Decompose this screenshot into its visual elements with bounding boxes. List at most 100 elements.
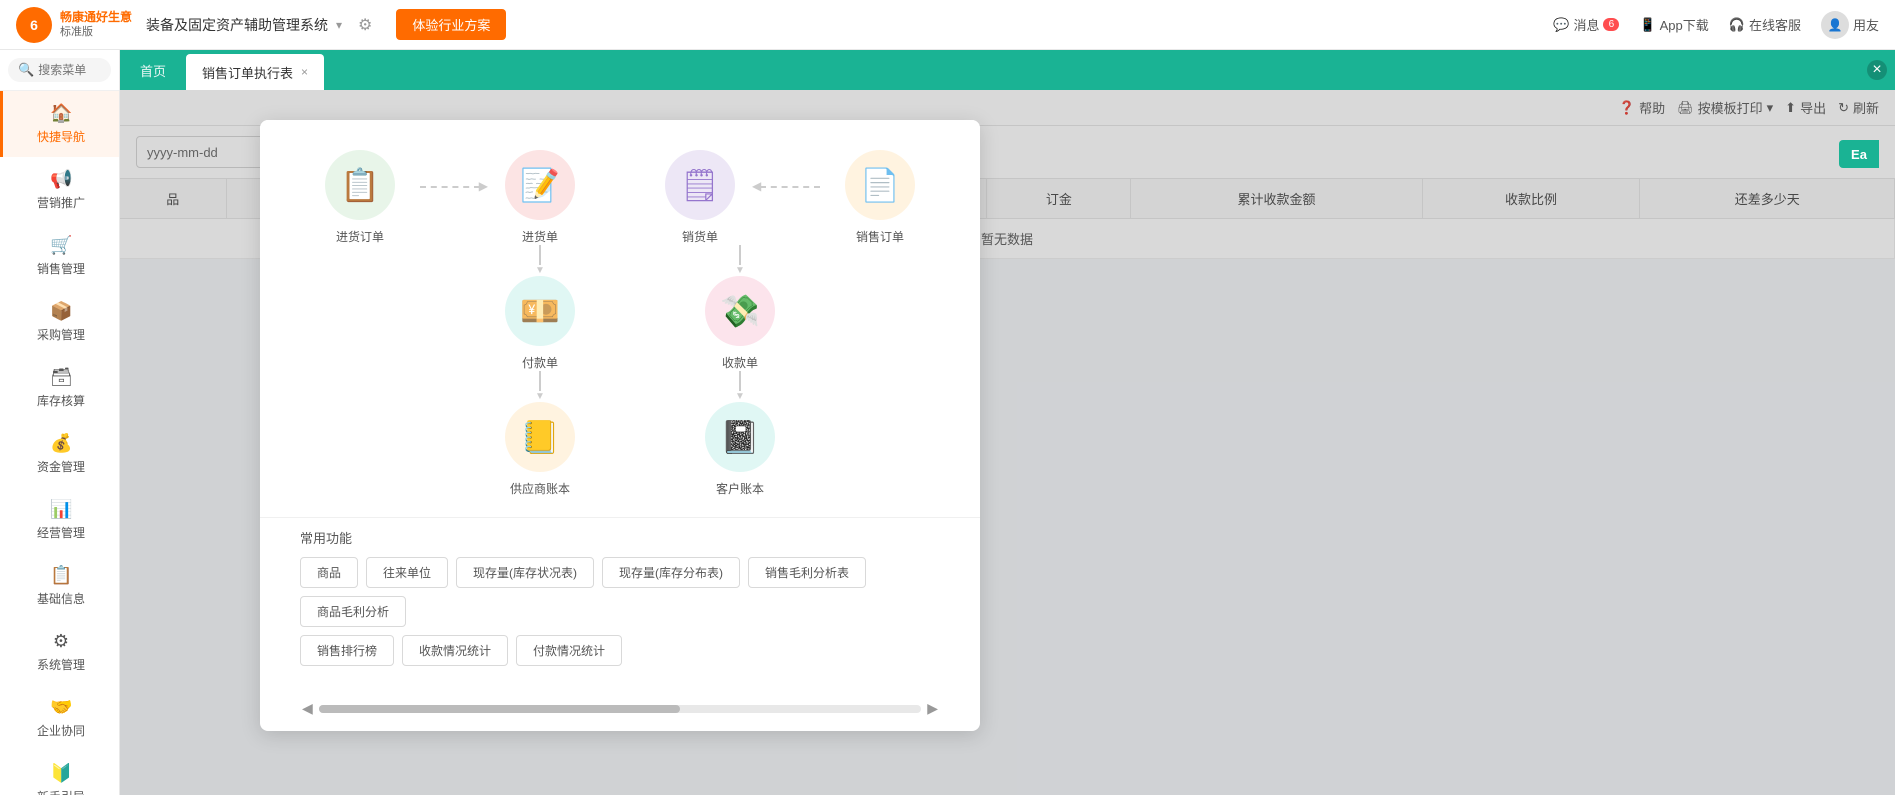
logo-icon: 6 [16,7,52,43]
sales-icon: 🛒 [50,235,72,256]
online-service-button[interactable]: 🎧 在线客服 [1729,15,1801,34]
func-btn-profit-analysis[interactable]: 销售毛利分析表 [748,557,866,588]
func-btn-counterpart[interactable]: 往来单位 [366,557,448,588]
content-area: 首页 销售订单执行表 × × ❓ 帮助 🖨 按模板打印 ▾ [120,50,1895,795]
sidebar-item-sales[interactable]: 🛒 销售管理 [0,223,119,289]
func-btn-product-profit[interactable]: 商品毛利分析 [300,596,406,627]
app-download-button[interactable]: 📱 App下载 [1639,15,1708,34]
node-supplier-ledger[interactable]: 📒 供应商账本 [480,402,600,497]
header-right: 💬 消息 6 📱 App下载 🎧 在线客服 👤 用友 [1553,11,1879,39]
func-btn-product[interactable]: 商品 [300,557,358,588]
purchase-order-icon: 📋 [340,166,380,204]
func-btn-receipt-stats[interactable]: 收款情况统计 [402,635,508,666]
user-avatar: 👤 [1821,11,1849,39]
search-icon: 🔍 [18,62,34,78]
message-button[interactable]: 💬 消息 6 [1553,15,1619,34]
func-btn-sales-rank[interactable]: 销售排行榜 [300,635,394,666]
purchase-bill-label: 进货单 [522,228,558,245]
sidebar-item-basic-info[interactable]: 📋 基础信息 [0,553,119,619]
operations-icon: 📊 [50,499,72,520]
supplier-ledger-icon: 📒 [520,418,560,456]
main-layout: 🔍 🏠 快捷导航 📢 营销推广 🛒 销售管理 📦 采购管理 🗃 库存核算 💰 资… [0,50,1895,795]
page-content: ❓ 帮助 🖨 按模板打印 ▾ ⬆ 导出 ↻ 刷新 [120,90,1895,795]
sale-bill-circle: 🗒 [665,150,735,220]
func-btn-stock-dist[interactable]: 现存量(库存分布表) [602,557,740,588]
system-title: 装备及固定资产辅助管理系统 [146,15,328,35]
user-menu[interactable]: 👤 用友 [1821,11,1879,39]
func-btn-payment-stats[interactable]: 付款情况统计 [516,635,622,666]
node-purchase-order[interactable]: 📋 进货订单 [300,150,420,245]
search-input[interactable] [38,63,101,77]
node-sale-order[interactable]: 📄 销售订单 [820,150,940,245]
inventory-icon: 🗃 [50,367,72,388]
modal-scrollbar: ◀ ▶ [260,694,980,731]
func-btn-stock-status[interactable]: 现存量(库存状况表) [456,557,594,588]
scrollbar-track[interactable] [319,705,921,713]
supplier-ledger-label: 供应商账本 [510,480,570,497]
node-sale-bill[interactable]: 🗒 销货单 [640,150,760,245]
purchase-order-label: 进货订单 [336,228,384,245]
purchase-order-circle: 📋 [325,150,395,220]
tab-home[interactable]: 首页 [120,50,186,90]
node-receipt-bill[interactable]: 💸 收款单 [680,276,800,371]
close-all-button[interactable]: × [1867,60,1887,80]
purchase-icon: 📦 [50,301,72,322]
tab-bar: 首页 销售订单执行表 × × [120,50,1895,90]
sidebar-item-system[interactable]: ⚙ 系统管理 [0,619,119,685]
newbie-icon: 🔰 [50,763,72,784]
sidebar-item-marketing[interactable]: 📢 营销推广 [0,157,119,223]
system-icon: ⚙ [50,631,72,652]
message-icon: 💬 [1553,17,1569,33]
search-bar: 🔍 [0,50,119,91]
sale-order-label: 销售订单 [856,228,904,245]
purchase-bill-icon: 📝 [520,166,560,204]
payment-bill-label: 付款单 [522,354,558,371]
sidebar-item-inventory[interactable]: 🗃 库存核算 [0,355,119,421]
node-payment-bill[interactable]: 💴 付款单 [480,276,600,371]
scrollbar-thumb [319,705,680,713]
node-customer-ledger[interactable]: 📓 客户账本 [680,402,800,497]
common-functions-title: 常用功能 [300,528,940,547]
sidebar: 🔍 🏠 快捷导航 📢 营销推广 🛒 销售管理 📦 采购管理 🗃 库存核算 💰 资… [0,50,120,795]
receipt-bill-icon: 💸 [720,292,760,330]
trial-button[interactable]: 体验行业方案 [396,9,506,40]
modal-box: 📋 进货订单 ▶ [260,120,980,731]
scroll-right-arrow[interactable]: ▶ [925,698,940,719]
sidebar-item-operations[interactable]: 📊 经营管理 [0,487,119,553]
phone-icon: 📱 [1639,17,1655,33]
service-icon: 🎧 [1729,17,1745,33]
sidebar-item-quick-nav[interactable]: 🏠 快捷导航 [0,91,119,157]
receipt-bill-circle: 💸 [705,276,775,346]
func-buttons-row1: 商品 往来单位 现存量(库存状况表) 现存量(库存分布表) 销售毛利分析表 商品… [300,557,940,627]
sidebar-item-newbie[interactable]: 🔰 新手引导 [0,751,119,795]
sale-order-icon: 📄 [860,166,900,204]
sidebar-item-finance[interactable]: 💰 资金管理 [0,421,119,487]
node-purchase-bill[interactable]: 📝 进货单 [480,150,600,245]
finance-icon: 💰 [50,433,72,454]
system-dropdown-arrow[interactable]: ▾ [336,18,342,32]
common-functions: 常用功能 商品 往来单位 现存量(库存状况表) 现存量(库存分布表) 销售毛利分… [260,517,980,694]
quick-nav-icon: 🏠 [50,103,72,124]
customer-ledger-label: 客户账本 [716,480,764,497]
search-input-wrap[interactable]: 🔍 [8,58,111,82]
supplier-ledger-circle: 📒 [505,402,575,472]
sale-bill-icon: 🗒 [680,166,721,204]
sidebar-item-purchase[interactable]: 📦 采购管理 [0,289,119,355]
func-buttons-row2: 销售排行榜 收款情况统计 付款情况统计 [300,635,940,666]
gear-icon[interactable]: ⚙ [358,15,372,35]
sale-order-circle: 📄 [845,150,915,220]
tab-close-icon[interactable]: × [301,65,308,79]
enterprise-icon: 🤝 [50,697,72,718]
purchase-bill-circle: 📝 [505,150,575,220]
scroll-left-arrow[interactable]: ◀ [300,698,315,719]
customer-ledger-icon: 📓 [720,418,760,456]
sidebar-item-enterprise[interactable]: 🤝 企业协同 [0,685,119,751]
system-title-area: 装备及固定资产辅助管理系统 ▾ ⚙ 体验行业方案 [146,9,1553,40]
payment-bill-circle: 💴 [505,276,575,346]
modal-overlay[interactable]: 📋 进货订单 ▶ [120,90,1895,795]
customer-ledger-circle: 📓 [705,402,775,472]
message-badge: 6 [1603,18,1619,31]
top-header: 6 畅康通好生意 标准版 装备及固定资产辅助管理系统 ▾ ⚙ 体验行业方案 💬 … [0,0,1895,50]
tab-sales-order[interactable]: 销售订单执行表 × [186,54,324,90]
ea-badge[interactable]: Ea [1839,140,1879,168]
